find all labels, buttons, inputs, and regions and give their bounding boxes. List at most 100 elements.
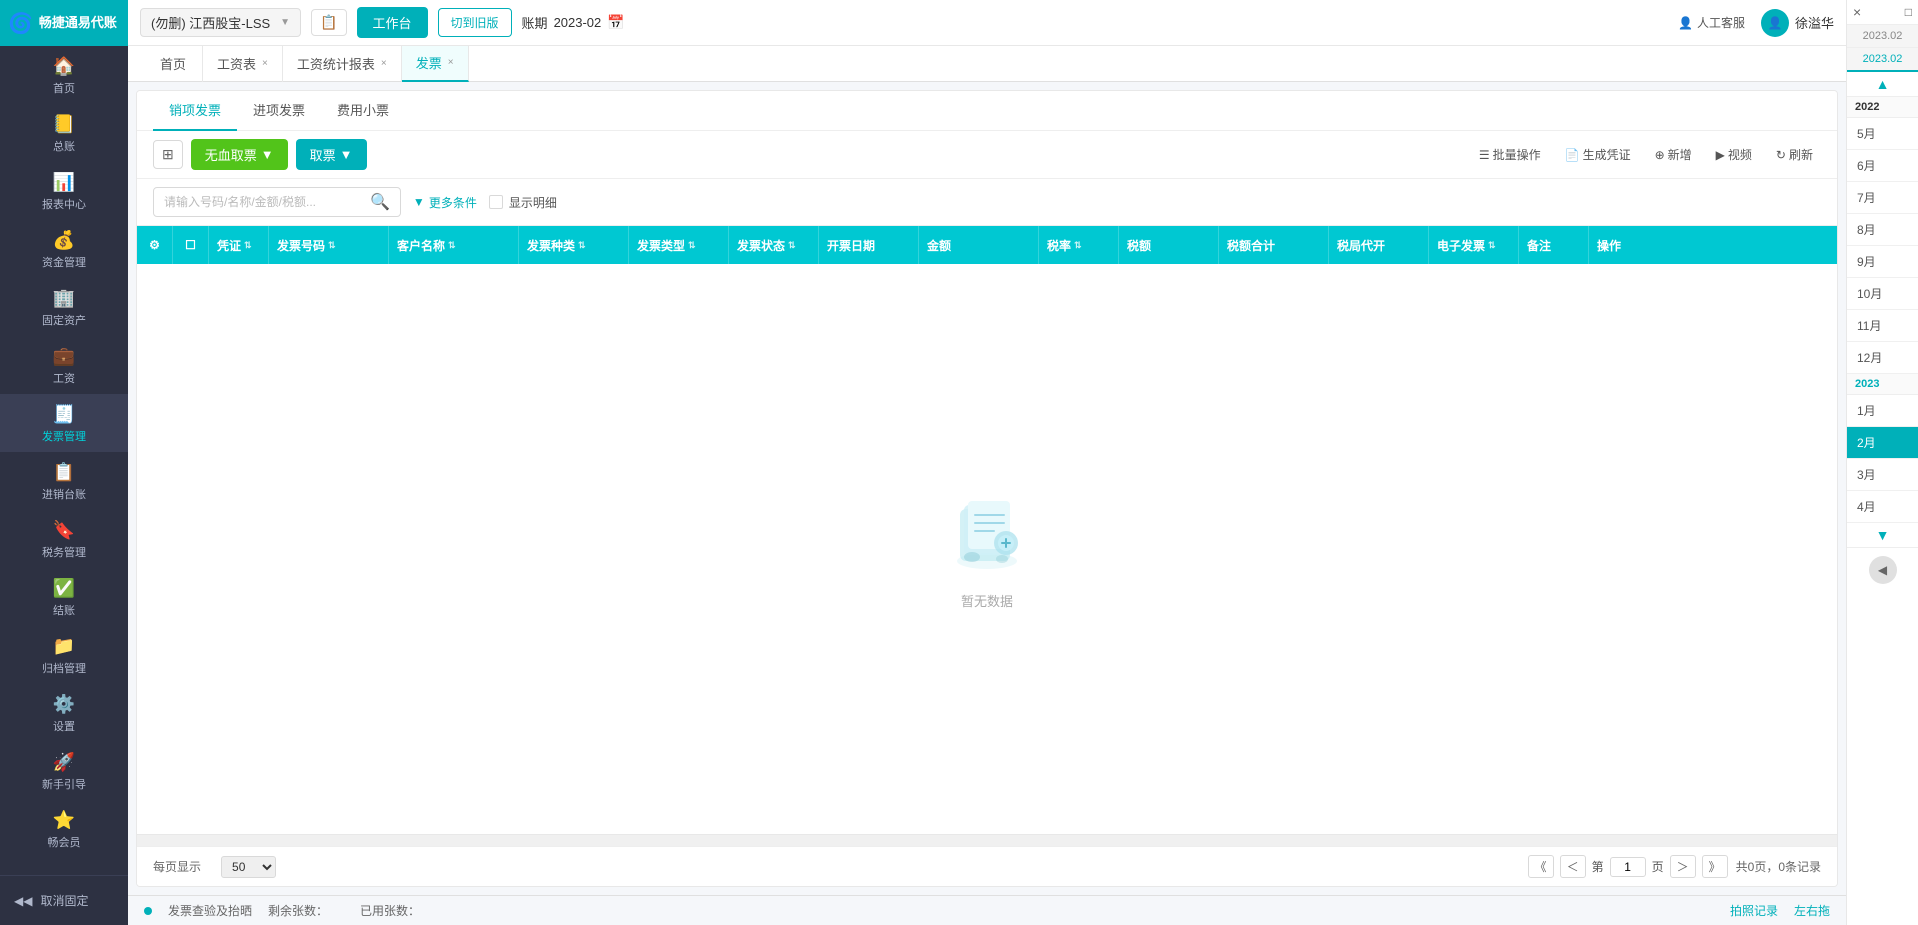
rp-month-4月[interactable]: 4月 — [1847, 491, 1918, 523]
video-button[interactable]: ▶ 视频 — [1708, 141, 1760, 168]
refresh-button[interactable]: ↻ 刷新 — [1768, 141, 1821, 168]
th-customer[interactable]: 客户名称 ⇅ — [389, 226, 519, 264]
tab-工资表[interactable]: 工资表× — [203, 46, 283, 82]
sidebar-label: 归档管理 — [42, 660, 86, 676]
th-tax-rate[interactable]: 税率 ⇅ — [1039, 226, 1119, 264]
sidebar-item-结账[interactable]: ✅结账 — [0, 568, 128, 626]
tab-close-icon[interactable]: × — [262, 58, 268, 69]
th-tax[interactable]: 税额 — [1119, 226, 1219, 264]
th-voucher[interactable]: 凭证 ⇅ — [209, 226, 269, 264]
tab-close-icon[interactable]: × — [381, 58, 387, 69]
page-input[interactable] — [1610, 857, 1646, 877]
sidebar-item-固定资产[interactable]: 🏢固定资产 — [0, 278, 128, 336]
sort-icon-voucher: ⇅ — [244, 240, 252, 251]
sidebar-item-总账[interactable]: 📒总账 — [0, 104, 128, 162]
scrollbar-area[interactable] — [137, 834, 1837, 846]
circle-nav-button[interactable]: ◀ — [1869, 556, 1897, 584]
page-unit: 页 — [1652, 858, 1664, 875]
workspace-button[interactable]: 工作台 — [357, 7, 428, 38]
tab-发票[interactable]: 发票× — [402, 46, 469, 82]
tab-工资统计报表[interactable]: 工资统计报表× — [283, 46, 402, 82]
sidebar-icon: 🔖 — [53, 520, 75, 541]
batch-op-button[interactable]: ☰ 批量操作 — [1471, 141, 1549, 168]
user-info[interactable]: 👤 徐溢华 — [1761, 9, 1834, 37]
th-invoice-category[interactable]: 发票类型 ⇅ — [629, 226, 729, 264]
th-invoice-status[interactable]: 发票状态 ⇅ — [729, 226, 819, 264]
feedback-link[interactable]: 拍照记录 — [1730, 902, 1778, 919]
th-e-invoice[interactable]: 电子发票 ⇅ — [1429, 226, 1519, 264]
company-selector[interactable]: (勿删) 江西股宝-LSS ▼ — [140, 8, 301, 37]
sidebar-cancel-fixed[interactable]: ◀◀ 取消固定 — [0, 884, 128, 917]
sub-tab-销项发票[interactable]: 销项发票 — [153, 91, 237, 131]
total-count: 共0页，0条记录 — [1736, 858, 1821, 875]
rp-month-6月[interactable]: 6月 — [1847, 150, 1918, 182]
rp-month-2月[interactable]: 2月 — [1847, 427, 1918, 459]
rp-month-5月[interactable]: 5月 — [1847, 118, 1918, 150]
rp-months-2023: 1月2月3月4月 — [1847, 395, 1918, 523]
rp-month-11月[interactable]: 11月 — [1847, 310, 1918, 342]
sidebar-item-设置[interactable]: ⚙️设置 — [0, 684, 128, 742]
th-invoice-type[interactable]: 发票种类 ⇅ — [519, 226, 629, 264]
rp-close-button[interactable]: × — [1853, 4, 1861, 20]
sidebar-item-报表中心[interactable]: 📊报表中心 — [0, 162, 128, 220]
sidebar-item-进销台账[interactable]: 📋进销台账 — [0, 452, 128, 510]
period-label: 账期 — [522, 13, 548, 32]
sidebar-item-工资[interactable]: 💼工资 — [0, 336, 128, 394]
period-calendar-icon[interactable]: 📅 — [607, 14, 624, 31]
sub-tab-进项发票[interactable]: 进项发票 — [237, 91, 321, 131]
rp-month-3月[interactable]: 3月 — [1847, 459, 1918, 491]
no-invoice-button[interactable]: 无血取票 ▼ — [191, 139, 288, 170]
rp-month-1月[interactable]: 1月 — [1847, 395, 1918, 427]
th-tax-id[interactable]: 税局代开 — [1329, 226, 1429, 264]
first-page-button[interactable]: 《 — [1528, 855, 1554, 878]
sidebar-item-首页[interactable]: 🏠首页 — [0, 46, 128, 104]
page-size-select[interactable]: 50 10 20 100 — [221, 856, 276, 878]
rp-expand-button[interactable]: □ — [1905, 5, 1912, 19]
support-button[interactable]: 👤 人工客服 — [1678, 14, 1745, 31]
th-date[interactable]: 开票日期 — [819, 226, 919, 264]
th-tax-total[interactable]: 税额合计 — [1219, 226, 1329, 264]
scroll-down-button[interactable]: ▼ — [1847, 523, 1918, 548]
sidebar: 🌀 畅捷通易代账 🏠首页📒总账📊报表中心💰资金管理🏢固定资产💼工资🧾发票管理📋进… — [0, 0, 128, 925]
new-button[interactable]: ⊕ 新增 — [1647, 141, 1700, 168]
copy-icon-button[interactable]: 📋 — [311, 9, 346, 36]
sidebar-item-资金管理[interactable]: 💰资金管理 — [0, 220, 128, 278]
sort-icon-tax-rate: ⇅ — [1074, 240, 1082, 251]
help-link[interactable]: 左右拖 — [1794, 902, 1830, 919]
invoice-fetch-button[interactable]: 取票 ▼ — [296, 139, 367, 170]
th-check[interactable]: ☐ — [173, 226, 209, 264]
sidebar-item-畅会员[interactable]: ⭐畅会员 — [0, 800, 128, 858]
more-filter-button[interactable]: ▼ 更多条件 — [413, 194, 477, 211]
sidebar-icon: 🏢 — [53, 288, 75, 309]
sidebar-label: 发票管理 — [42, 428, 86, 444]
tab-首页[interactable]: 首页 — [144, 46, 203, 82]
th-settings[interactable]: ⚙ — [137, 226, 173, 264]
toolbar: ⊞ 无血取票 ▼ 取票 ▼ ☰ 批量操作 📄 生 — [137, 131, 1837, 179]
rp-month-7月[interactable]: 7月 — [1847, 182, 1918, 214]
th-amount[interactable]: 金额 — [919, 226, 1039, 264]
grid-settings-button[interactable]: ⊞ — [153, 140, 183, 169]
sidebar-icon: 🏠 — [53, 56, 75, 77]
rp-month-8月[interactable]: 8月 — [1847, 214, 1918, 246]
rp-month-9月[interactable]: 9月 — [1847, 246, 1918, 278]
sub-tab-费用小票[interactable]: 费用小票 — [321, 91, 405, 131]
sidebar-item-归档管理[interactable]: 📁 归档管理 — [0, 626, 128, 684]
sidebar-item-发票管理[interactable]: 🧾发票管理 — [0, 394, 128, 452]
rp-month-12月[interactable]: 12月 — [1847, 342, 1918, 374]
th-invoice-num[interactable]: 发票号码 ⇅ — [269, 226, 389, 264]
switch-old-button[interactable]: 切到旧版 — [438, 8, 512, 37]
gen-voucher-button[interactable]: 📄 生成凭证 — [1557, 141, 1639, 168]
scroll-up-button[interactable]: ▲ — [1847, 72, 1918, 97]
sidebar-item-新手引导[interactable]: 🚀新手引导 — [0, 742, 128, 800]
sidebar-item-税务管理[interactable]: 🔖税务管理 — [0, 510, 128, 568]
last-page-button[interactable]: 》 — [1702, 855, 1728, 878]
rp-month-10月[interactable]: 10月 — [1847, 278, 1918, 310]
next-page-button[interactable]: ＞ — [1670, 855, 1696, 878]
prev-page-button[interactable]: ＜ — [1560, 855, 1586, 878]
search-input[interactable] — [164, 195, 364, 209]
tab-close-icon[interactable]: × — [448, 57, 454, 68]
batch-op-icon: ☰ — [1479, 148, 1490, 162]
th-remark[interactable]: 备注 — [1519, 226, 1589, 264]
sidebar-icon: 📁 — [53, 636, 75, 657]
show-detail-checkbox[interactable] — [489, 195, 503, 209]
